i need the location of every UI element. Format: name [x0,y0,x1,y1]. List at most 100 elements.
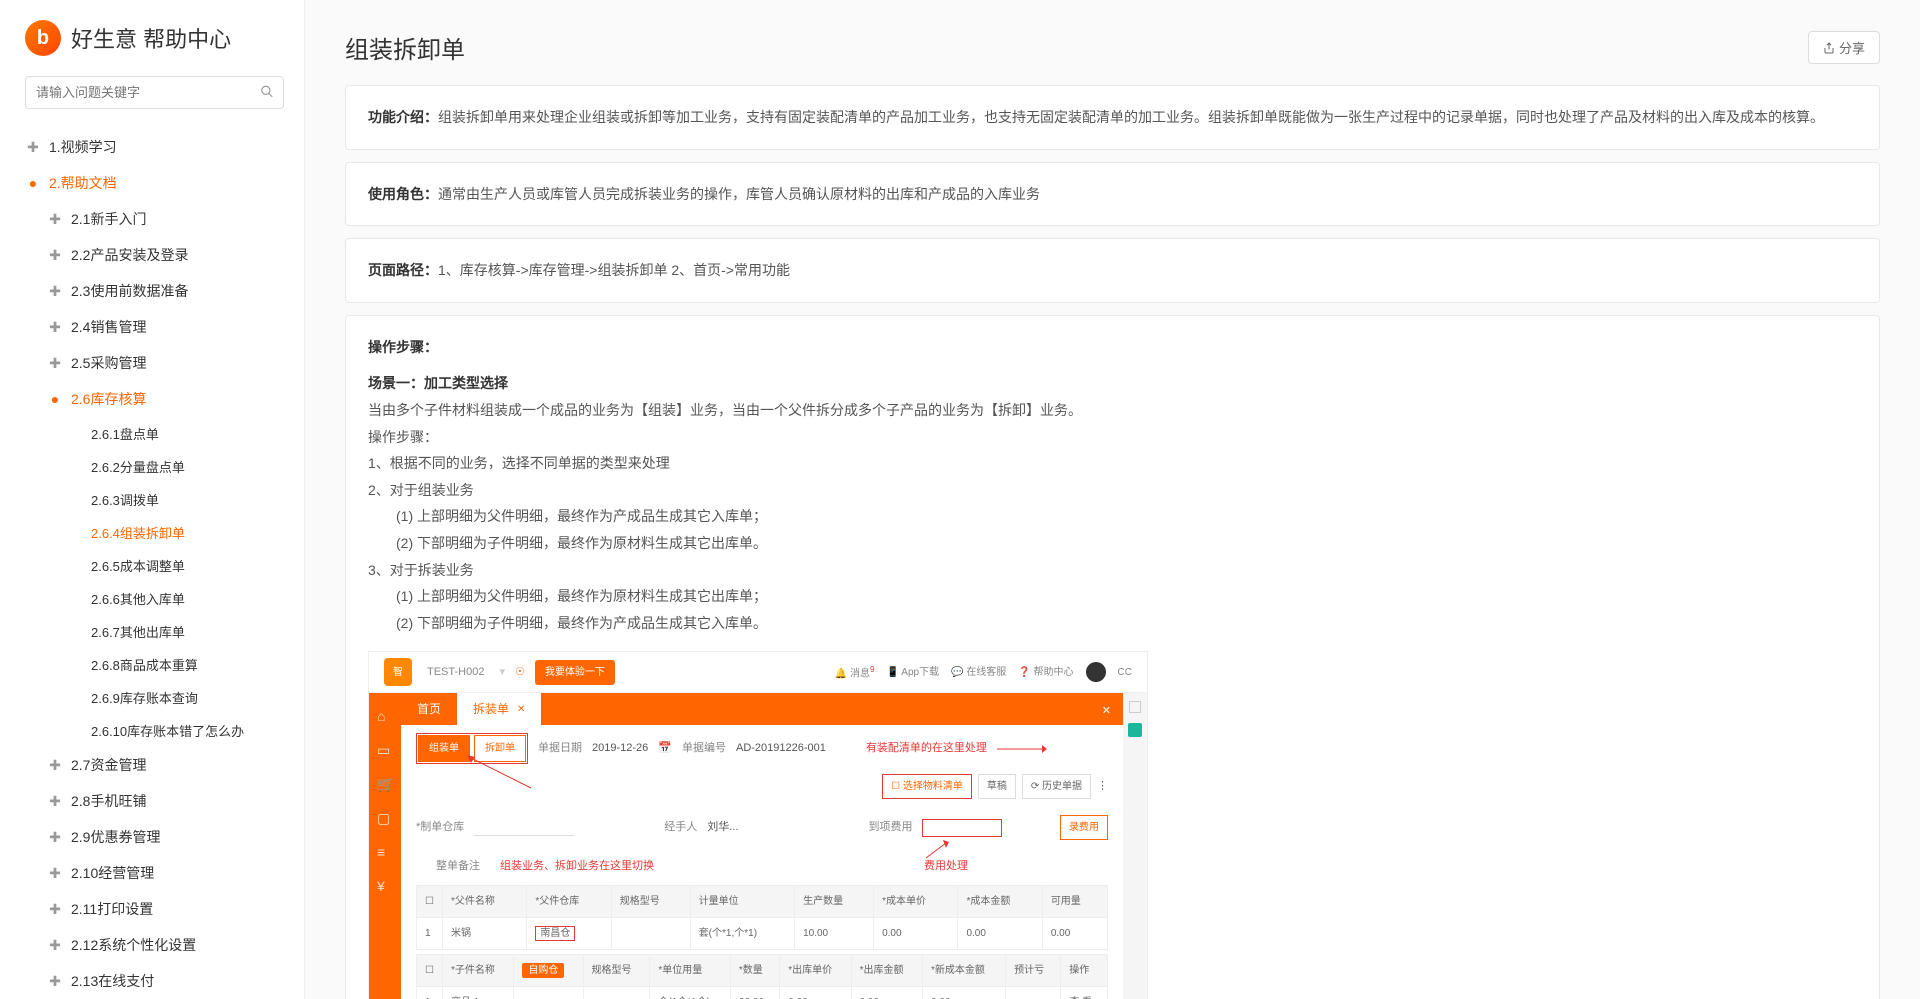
path-box: 页面路径：1、库存核算->库存管理->组装拆卸单 2、首页->常用功能 [345,238,1880,303]
table-row[interactable]: 1 米锅 南昌仓 套(个*1,个*1) 10.00 0.00 0.00 0.00 [417,918,1108,950]
ss-msg-icon[interactable]: 🔔 消息9 [835,662,875,683]
calendar-icon[interactable]: 📅 [658,738,672,759]
ss-tab-home[interactable]: 首页 [401,693,457,725]
nav-label: 2.5采购管理 [71,353,146,373]
ss-parent-table: ☐ *父件名称 *父件仓库 规格型号 计量单位 生产数量 *成本单价 *成本金额… [416,885,1108,950]
annotation-2: 组装业务、拆卸业务在这里切换 [500,856,654,877]
nav-2-6-3[interactable]: 2.6.3调拨单 [91,483,284,516]
nav-label: 2.10经营管理 [71,863,154,883]
ss-more-icon[interactable]: ⋮ [1097,776,1108,797]
nav-2-6-4[interactable]: 2.6.4组装拆卸单 [91,516,284,549]
ss-avatar-icon[interactable] [1086,662,1106,682]
nav-2-10[interactable]: ✚2.10经营管理 [47,855,284,891]
nav-2-9[interactable]: ✚2.9优惠券管理 [47,819,284,855]
step-1: 1、根据不同的业务，选择不同单据的类型来处理 [368,450,1857,477]
th-unit-usage: *单位用量 [650,955,731,987]
plus-icon: ✚ [47,355,63,371]
nav-2-1[interactable]: ✚2.1新手入门 [47,201,284,237]
step-3: 3、对于拆装业务 [368,557,1857,584]
nav-2-6-7[interactable]: 2.6.7其他出库单 [91,615,284,648]
list-icon[interactable]: ≡ [377,839,393,855]
ss-select-material-btn[interactable]: ☐ 选择物料清单 [882,774,972,799]
nav-2-7[interactable]: ✚2.7资金管理 [47,747,284,783]
nav-2-13[interactable]: ✚2.13在线支付 [47,963,284,999]
th-parent: *父件名称 [442,886,526,918]
ss-service-link[interactable]: 💬 在线客服 [951,663,1006,682]
tool-icon[interactable] [1129,701,1141,713]
annotation-3: 费用处理 [924,856,968,877]
logo-icon: b [25,20,61,56]
share-button[interactable]: 分享 [1808,31,1880,64]
nav-2-6-8[interactable]: 2.6.8商品成本重算 [91,648,284,681]
scene-title: 场景一：加工类型选择 [368,370,1857,397]
plus-icon: ✚ [25,139,41,155]
nav-video[interactable]: ✚ 1.视频学习 [25,129,284,165]
th-qty: *数量 [730,955,779,987]
nav-label: 2.8手机旺铺 [71,791,146,811]
share-icon [1823,42,1835,54]
home-icon[interactable]: ⌂ [377,703,393,719]
nav-2-3[interactable]: ✚2.3使用前数据准备 [47,273,284,309]
th-unit: 计量单位 [690,886,794,918]
nav-2-2[interactable]: ✚2.2产品安装及登录 [47,237,284,273]
steps-box: 操作步骤： 场景一：加工类型选择 当由多个子件材料组装成一个成品的业务为【组装】… [345,315,1880,999]
th-new-cost: *新成本金额 [923,955,1006,987]
nav-2-6-6[interactable]: 2.6.6其他入库单 [91,582,284,615]
nav-2-11[interactable]: ✚2.11打印设置 [47,891,284,927]
money-icon[interactable]: ¥ [377,873,393,889]
ss-fee-btn[interactable]: 录费用 [1060,815,1108,840]
ss-app-link[interactable]: 📱 App下载 [887,663,939,682]
ss-history-btn[interactable]: ⟳ 历史单据 [1022,774,1091,799]
ss-maker-input[interactable] [474,819,574,836]
cart-icon[interactable]: 🛒 [377,771,393,787]
ss-docno-label: 单据编号 [682,738,726,759]
nav-2-5[interactable]: ✚ 2.5采购管理 [47,345,284,381]
ss-maker-label: *制单仓库 [416,817,464,838]
search-input[interactable] [25,76,284,109]
nav-label: 2.6.1盘点单 [91,424,159,443]
plus-icon: ✚ [47,937,63,953]
ss-radio-disassemble[interactable]: 拆卸单 [474,735,526,762]
nav-2-6-1[interactable]: 2.6.1盘点单 [91,417,284,450]
nav-2-8[interactable]: ✚2.8手机旺铺 [47,783,284,819]
nav-help-docs[interactable]: ● 2.帮助文档 [25,165,284,201]
nav-label: 2.2产品安装及登录 [71,245,188,265]
nav-2-6-5[interactable]: 2.6.5成本调整单 [91,549,284,582]
step-2-1: (1) 上部明细为父件明细，最终作为产成品生成其它入库单； [368,503,1857,530]
page-header: 组装拆卸单 分享 [345,30,1880,65]
th-out-price: *出库单价 [780,955,851,987]
ss-logo-icon: 智 [384,658,412,686]
close-all-icon[interactable]: ✕ [1090,693,1123,725]
ss-tab-doc[interactable]: 拆装单✕ [457,693,541,725]
ss-radio-assemble[interactable]: 组装单 [418,735,470,762]
minus-icon: ● [47,391,63,407]
search-icon[interactable] [260,84,274,101]
ss-experience-btn[interactable]: 我要体验一下 [535,660,615,685]
ss-radio-group: 组装单 拆卸单 [416,733,528,764]
nav-2-6-10[interactable]: 2.6.10库存账本错了怎么办 [91,714,284,747]
th-avail: 可用量 [1042,886,1107,918]
nav-2-6-9[interactable]: 2.6.9库存账本查询 [91,681,284,714]
nav-2-6-2[interactable]: 2.6.2分量盘点单 [91,450,284,483]
expand-icon[interactable] [1128,723,1142,737]
nav-2-12[interactable]: ✚2.12系统个性化设置 [47,927,284,963]
view-link[interactable]: 查 看 [1061,987,1108,999]
nav-2-4[interactable]: ✚2.4销售管理 [47,309,284,345]
step-2: 2、对于组装业务 [368,477,1857,504]
box-icon[interactable]: ▢ [377,805,393,821]
th-diff: 预计亏 [1006,955,1061,987]
close-icon[interactable]: ✕ [517,700,525,719]
table-row[interactable]: 1商品 1 个(1个*1个) 30.00 0.00 0.00 0.00 查 看 [417,987,1108,999]
ss-help-link[interactable]: ❓ 帮助中心 [1018,663,1073,682]
doc-icon[interactable]: ▭ [377,737,393,753]
ss-fee-input[interactable] [922,819,1002,837]
th-child: *子件名称 [442,955,513,987]
nav-label: 2.6.8商品成本重算 [91,655,198,674]
nav-label: 2.6.5成本调整单 [91,556,185,575]
plus-icon: ✚ [47,901,63,917]
nav-2-6[interactable]: ●2.6库存核算 [47,381,284,417]
role-text: 通常由生产人员或库管人员完成拆装业务的操作，库管人员确认原材料的出库和产成品的入… [438,186,1040,202]
nav-label: 2.6.10库存账本错了怎么办 [91,721,244,740]
steps-title: 操作步骤： [368,334,1857,361]
ss-draft-btn[interactable]: 草稿 [978,774,1016,799]
